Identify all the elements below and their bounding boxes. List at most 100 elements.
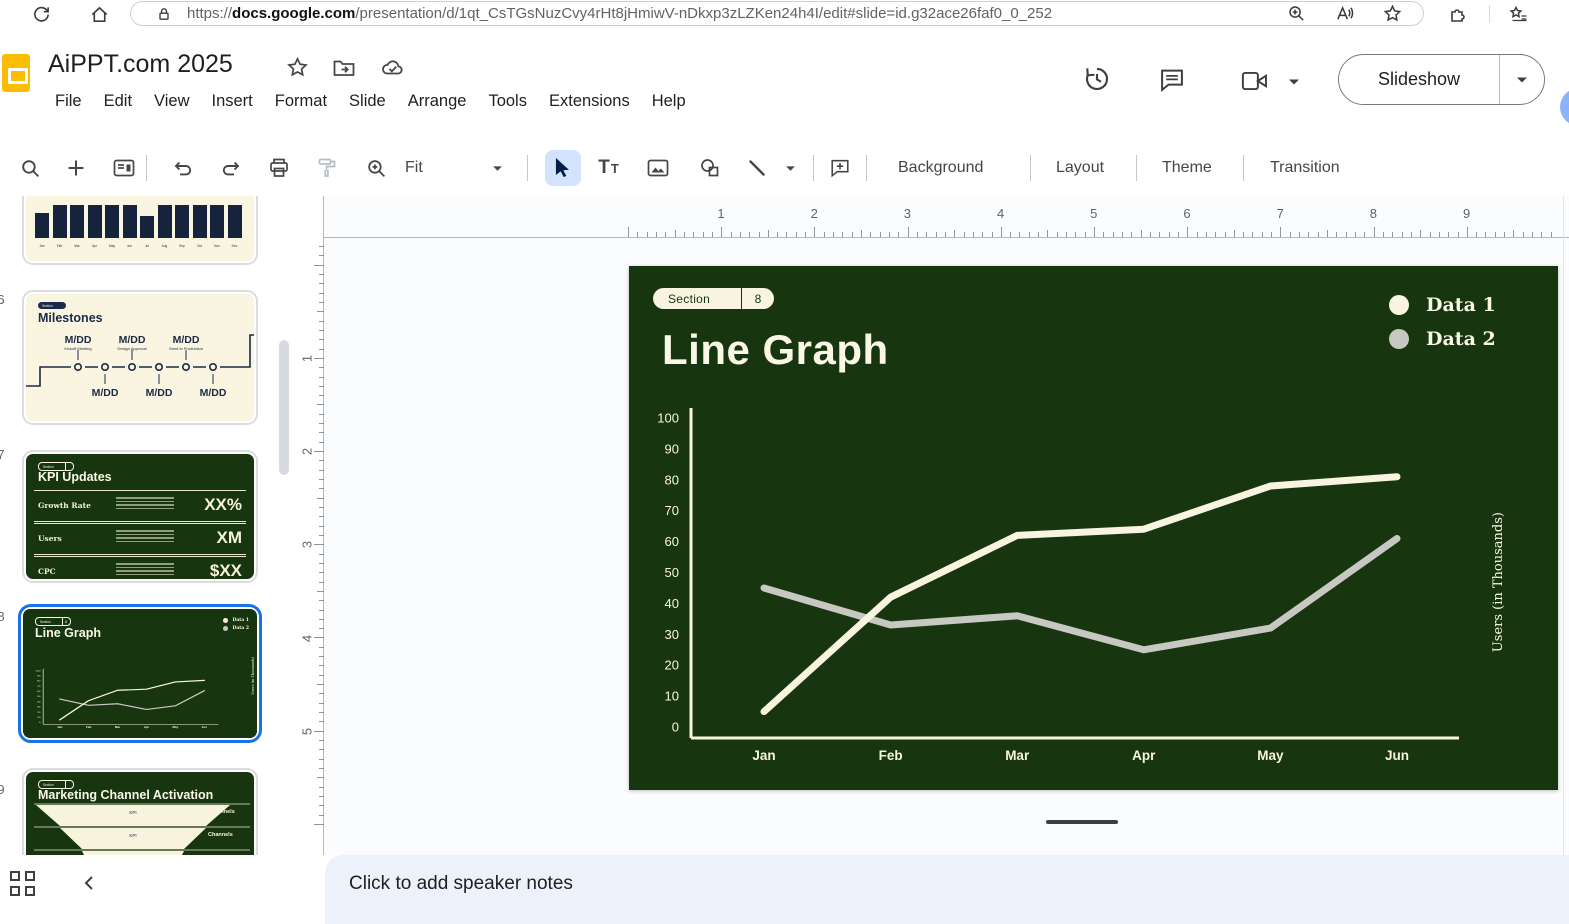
menu-help[interactable]: Help [641,88,697,115]
ruler-number: 3 [903,206,912,221]
version-history-icon[interactable] [1082,64,1112,94]
ruler-tick [1485,232,1487,237]
comments-icon[interactable] [1158,66,1186,94]
menu-extensions[interactable]: Extensions [538,88,641,115]
menu-insert[interactable]: Insert [201,88,264,115]
zoom-select-value: Fit [405,159,423,176]
menu-view[interactable]: View [143,88,200,115]
svg-text:Jun: Jun [202,725,208,728]
read-aloud-icon[interactable] [1335,4,1355,24]
placeholder-line [116,497,174,499]
paint-format-icon[interactable] [309,150,345,186]
ruler-tick [954,230,956,237]
ruler-tick [851,232,853,237]
collapse-filmstrip-icon[interactable] [80,873,100,893]
transition-button[interactable]: Transition [1256,150,1354,186]
mini-bar [52,205,67,238]
ruler-tick [711,232,713,237]
kpi-label: Users [38,534,62,543]
print-icon[interactable] [261,150,297,186]
current-slide[interactable]: Section 8 Line Graph Data 1 Data 2 0 10 20 3… [629,266,1558,790]
menu-tools[interactable]: Tools [477,88,538,115]
slide-thumbnail-bar-chart[interactable]: Jan Feb Mar Apr May Jun Jul Aug Sep Oct Nov Dec [22,196,258,265]
favorites-bar-icon[interactable] [1508,3,1530,25]
ruler-tick [319,674,324,676]
slideshow-dropdown[interactable] [1500,55,1544,104]
toolbar-divider [1030,155,1031,181]
line-graph-thumbnail-content: Section 8 Line Graph Data 1 Data 2 0 10 20 3… [23,609,257,738]
insert-shape-icon[interactable] [692,150,728,186]
milestone-date: M/DD [199,387,227,399]
undo-icon[interactable] [165,150,201,186]
filmstrip-scrollbar[interactable] [279,340,289,475]
new-slide-icon[interactable] [58,150,94,186]
search-menus-icon[interactable] [12,150,48,186]
ruler-tick [1438,232,1440,237]
notes-resize-handle[interactable] [1046,820,1118,824]
slide-thumbnail-kpi[interactable]: Section KPI Updates Growth Rate XX% Users X… [22,450,258,583]
background-button[interactable]: Background [884,150,997,186]
ruler-tick [1168,232,1170,237]
grid-view-icon[interactable] [10,871,36,897]
speaker-notes-panel[interactable]: Click to add speaker notes [325,855,1569,924]
select-tool[interactable] [545,150,581,186]
redo-icon[interactable] [213,150,249,186]
ruler-tick [1177,232,1179,237]
meet-camera-icon[interactable] [1240,68,1270,94]
milestone-caption: Design Approval [117,346,147,351]
mini-bar-label: Feb [56,244,63,248]
menu-slide[interactable]: Slide [338,88,397,115]
ruler-tick [870,232,872,237]
zoom-icon[interactable] [358,150,394,186]
move-folder-icon[interactable] [332,56,356,80]
line-chart[interactable]: 0 10 20 30 40 50 60 70 80 90 100 Jan Feb Mar Apr May Jun [629,266,1558,790]
extensions-icon[interactable] [1446,3,1468,25]
menu-format[interactable]: Format [264,88,338,115]
ruler-tick [1373,227,1375,237]
star-document-icon[interactable] [286,56,310,80]
ruler-tick [319,469,324,471]
menu-file[interactable]: File [44,88,93,115]
svg-text:10: 10 [665,689,679,704]
ruler-tick [319,562,324,564]
document-title[interactable]: AiPPT.com 2025 [48,50,233,79]
mini-bar [70,205,84,238]
slide-layout-icon[interactable] [106,150,142,186]
slide-thumbnail-milestones[interactable]: Section Milestones M/DD Kickoff Meeting M/… [22,290,258,425]
zoom-page-icon[interactable] [1287,4,1307,24]
slide-thumbnail-marketing[interactable]: Section Marketing Channel Activation KPI… [22,768,258,855]
insert-image-icon[interactable] [640,150,676,186]
account-avatar[interactable] [1560,88,1569,126]
favorite-star-icon[interactable] [1383,4,1403,24]
ruler-tick [879,232,881,237]
layout-button[interactable]: Layout [1042,150,1118,186]
ruler-tick [721,227,723,237]
meet-dropdown-caret-icon[interactable] [1288,78,1300,86]
cloud-saved-icon[interactable] [380,56,404,80]
section-badge: Section 8 [35,617,71,626]
add-comment-icon[interactable] [822,150,858,186]
ruler-tick [319,628,324,630]
mini-bar-label: May [108,244,116,248]
slideshow-button[interactable]: Slideshow [1339,55,1499,104]
ruler-tick [317,404,324,406]
menu-arrange[interactable]: Arrange [397,88,478,115]
ruler-tick [319,348,324,350]
slide-thumbnail-line-graph-selected[interactable]: Section 8 Line Graph Data 1 Data 2 0 10 20 3… [18,604,262,743]
placeholder-line [116,530,174,532]
url-bar[interactable]: https://docs.google.com/presentation/d/1… [130,1,1424,26]
slides-logo-icon[interactable] [2,54,30,92]
milestones-thumbnail-content: Section Milestones M/DD Kickoff Meeting M/… [26,294,254,421]
text-box-tool[interactable]: Tt [591,150,627,186]
menu-edit[interactable]: Edit [93,88,143,115]
ruler-tick [319,432,324,434]
zoom-select[interactable]: Fit [395,150,513,186]
svg-text:Jun: Jun [1385,748,1409,763]
home-icon[interactable] [88,3,110,25]
refresh-icon[interactable] [30,3,52,25]
line-dropdown-caret-icon[interactable] [779,150,801,186]
insert-line-icon[interactable] [739,150,775,186]
placeholder-line [116,504,174,506]
theme-button[interactable]: Theme [1148,150,1226,186]
ruler-tick [319,572,324,574]
